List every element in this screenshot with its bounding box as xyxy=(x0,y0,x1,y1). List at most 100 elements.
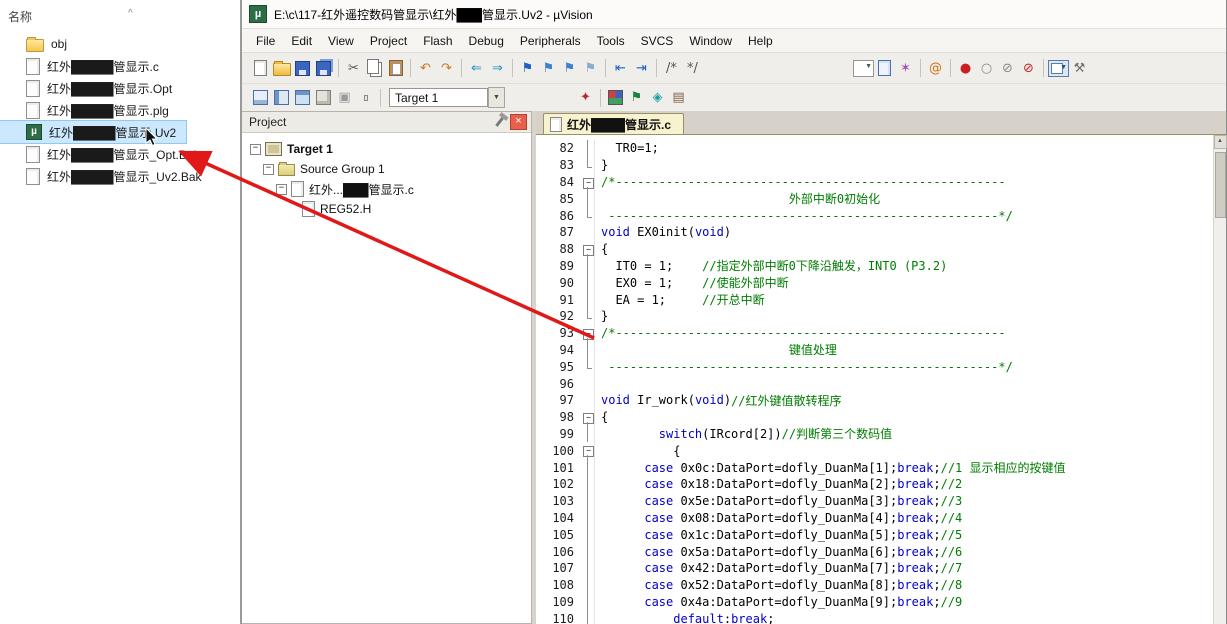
file-extensions-button[interactable]: ⚑ xyxy=(626,87,647,108)
code-line[interactable]: 85 外部中断0初始化 xyxy=(536,190,1213,207)
code-line[interactable]: 86 -------------------------------------… xyxy=(536,207,1213,224)
batch-build-button[interactable] xyxy=(313,87,334,108)
menu-view[interactable]: View xyxy=(320,31,362,51)
menu-svcs[interactable]: SVCS xyxy=(633,31,682,51)
code-line[interactable]: 106 case 0x5a:DataPort=dofly_DuanMa[6];b… xyxy=(536,543,1213,560)
indent-button[interactable]: ⇥ xyxy=(631,58,652,79)
manage-components-button[interactable] xyxy=(605,87,626,108)
undo-button[interactable]: ↶ xyxy=(415,58,436,79)
code-line[interactable]: 89 IT0 = 1; //指定外部中断0下降沿触发，INT0 (P3.2) xyxy=(536,258,1213,275)
code-line[interactable]: 96 xyxy=(536,375,1213,392)
breakpoint-toggle-button[interactable]: ● xyxy=(955,58,976,79)
tree-node-hfile[interactable]: REG52.H xyxy=(242,199,531,219)
fold-collapse-icon[interactable]: − xyxy=(583,413,594,424)
code-line[interactable]: 108 case 0x52:DataPort=dofly_DuanMa[8];b… xyxy=(536,577,1213,594)
code-line[interactable]: 94 键值处理 xyxy=(536,342,1213,359)
file-item[interactable]: µ红外█████管显示.Uv2 xyxy=(0,121,186,143)
uncomment-selection-button[interactable]: */ xyxy=(682,58,703,79)
scroll-up-button[interactable]: ▲ xyxy=(1214,135,1227,149)
code-line[interactable]: 90 EX0 = 1; //使能外部中断 xyxy=(536,274,1213,291)
fold-margin[interactable]: − xyxy=(581,174,594,191)
code-line[interactable]: 83} xyxy=(536,157,1213,174)
tree-node-target[interactable]: −Target 1 xyxy=(242,139,531,159)
save-all-button[interactable] xyxy=(313,58,334,79)
code-line[interactable]: 101 case 0x0c:DataPort=dofly_DuanMa[1];b… xyxy=(536,459,1213,476)
file-item[interactable]: 红外█████管显示_Uv2.Bak xyxy=(0,165,240,187)
pin-icon[interactable] xyxy=(495,117,504,127)
editor-tab[interactable]: 红外████管显示.c xyxy=(543,113,684,134)
code-line[interactable]: 93−/*-----------------------------------… xyxy=(536,325,1213,342)
code-line[interactable]: 95 -------------------------------------… xyxy=(536,358,1213,375)
navigate-forward-button[interactable]: ⇒ xyxy=(487,58,508,79)
file-item[interactable]: 红外█████管显示_Opt.Bak xyxy=(0,143,240,165)
editor-scrollbar[interactable]: ▲ xyxy=(1213,135,1226,624)
copy-button[interactable] xyxy=(364,58,385,79)
menu-peripherals[interactable]: Peripherals xyxy=(512,31,589,51)
bookmark-toggle-button[interactable]: ⚑ xyxy=(517,58,538,79)
navigate-back-button[interactable]: ⇐ xyxy=(466,58,487,79)
bookmark-clear-all-button[interactable]: ⚑ xyxy=(580,58,601,79)
bookmark-previous-button[interactable]: ⚑ xyxy=(538,58,559,79)
fold-collapse-icon[interactable]: − xyxy=(583,329,594,340)
stop-build-button[interactable]: ▣ xyxy=(334,87,355,108)
code-editor[interactable]: 82 TR0=1;83}84−/*-----------------------… xyxy=(536,135,1226,624)
fold-margin[interactable]: − xyxy=(581,241,594,258)
window-layout-button[interactable] xyxy=(1048,58,1069,79)
menu-file[interactable]: File xyxy=(248,31,283,51)
menu-project[interactable]: Project xyxy=(362,31,415,51)
code-line[interactable]: 102 case 0x18:DataPort=dofly_DuanMa[2];b… xyxy=(536,476,1213,493)
code-line[interactable]: 91 EA = 1; //开总中断 xyxy=(536,291,1213,308)
download-code-button[interactable] xyxy=(355,87,376,108)
code-line[interactable]: 99 switch(IRcord[2])//判断第三个数码值 xyxy=(536,426,1213,443)
books-window-button[interactable]: ▤ xyxy=(668,87,689,108)
tree-expander-icon[interactable]: − xyxy=(263,164,274,175)
menu-edit[interactable]: Edit xyxy=(283,31,320,51)
code-line[interactable]: 110 default:break; xyxy=(536,610,1213,624)
target-select[interactable]: Target 1 xyxy=(389,87,505,108)
menu-flash[interactable]: Flash xyxy=(415,31,460,51)
fold-margin[interactable]: − xyxy=(581,409,594,426)
breakpoint-enable-disable-button[interactable]: ○ xyxy=(976,58,997,79)
tree-node-group[interactable]: −Source Group 1 xyxy=(242,159,531,179)
paste-button[interactable] xyxy=(385,58,406,79)
breakpoint-disable-all-button[interactable]: ⊘ xyxy=(997,58,1018,79)
new-file-button[interactable] xyxy=(250,58,271,79)
save-button[interactable] xyxy=(292,58,313,79)
incremental-find-button[interactable]: ✶ xyxy=(895,58,916,79)
find-at-symbol-button[interactable]: @ xyxy=(925,58,946,79)
fold-margin[interactable]: − xyxy=(581,325,594,342)
code-line[interactable]: 98−{ xyxy=(536,409,1213,426)
code-line[interactable]: 84−/*-----------------------------------… xyxy=(536,174,1213,191)
fold-margin[interactable]: − xyxy=(581,442,594,459)
code-line[interactable]: 82 TR0=1; xyxy=(536,140,1213,157)
target-select-dropdown-icon[interactable] xyxy=(488,87,505,108)
options-for-target-button[interactable]: ✦ xyxy=(575,87,596,108)
translate-file-button[interactable] xyxy=(250,87,271,108)
bookmark-next-button[interactable]: ⚑ xyxy=(559,58,580,79)
close-panel-button[interactable] xyxy=(510,114,527,130)
file-item[interactable]: 红外█████管显示.Opt xyxy=(0,77,240,99)
function-navigate-button[interactable]: ◈ xyxy=(647,87,668,108)
tree-node-cfile[interactable]: −红外...███管显示.c xyxy=(242,179,531,199)
code-line[interactable]: 92} xyxy=(536,308,1213,325)
tree-expander-icon[interactable]: − xyxy=(276,184,287,195)
file-item[interactable]: 红外█████管显示.plg xyxy=(0,99,240,121)
code-line[interactable]: 100− { xyxy=(536,442,1213,459)
code-lines[interactable]: 82 TR0=1;83}84−/*-----------------------… xyxy=(536,135,1213,624)
title-bar[interactable]: µ E:\c\117-红外遥控数码管显示\红外███管显示.Uv2 - µVis… xyxy=(242,0,1226,29)
code-line[interactable]: 107 case 0x42:DataPort=dofly_DuanMa[7];b… xyxy=(536,560,1213,577)
open-file-button[interactable] xyxy=(271,58,292,79)
unindent-button[interactable]: ⇤ xyxy=(610,58,631,79)
code-line[interactable]: 88−{ xyxy=(536,241,1213,258)
configure-button[interactable]: ⚒ xyxy=(1069,58,1090,79)
cut-button[interactable]: ✂ xyxy=(343,58,364,79)
code-line[interactable]: 103 case 0x5e:DataPort=dofly_DuanMa[3];b… xyxy=(536,493,1213,510)
fold-collapse-icon[interactable]: − xyxy=(583,178,594,189)
file-item[interactable]: obj xyxy=(0,33,240,55)
redo-button[interactable]: ↷ xyxy=(436,58,457,79)
find-combo-button[interactable] xyxy=(853,58,874,79)
fold-collapse-icon[interactable]: − xyxy=(583,245,594,256)
comment-selection-button[interactable]: /* xyxy=(661,58,682,79)
rebuild-all-button[interactable] xyxy=(292,87,313,108)
code-line[interactable]: 105 case 0x1c:DataPort=dofly_DuanMa[5];b… xyxy=(536,526,1213,543)
